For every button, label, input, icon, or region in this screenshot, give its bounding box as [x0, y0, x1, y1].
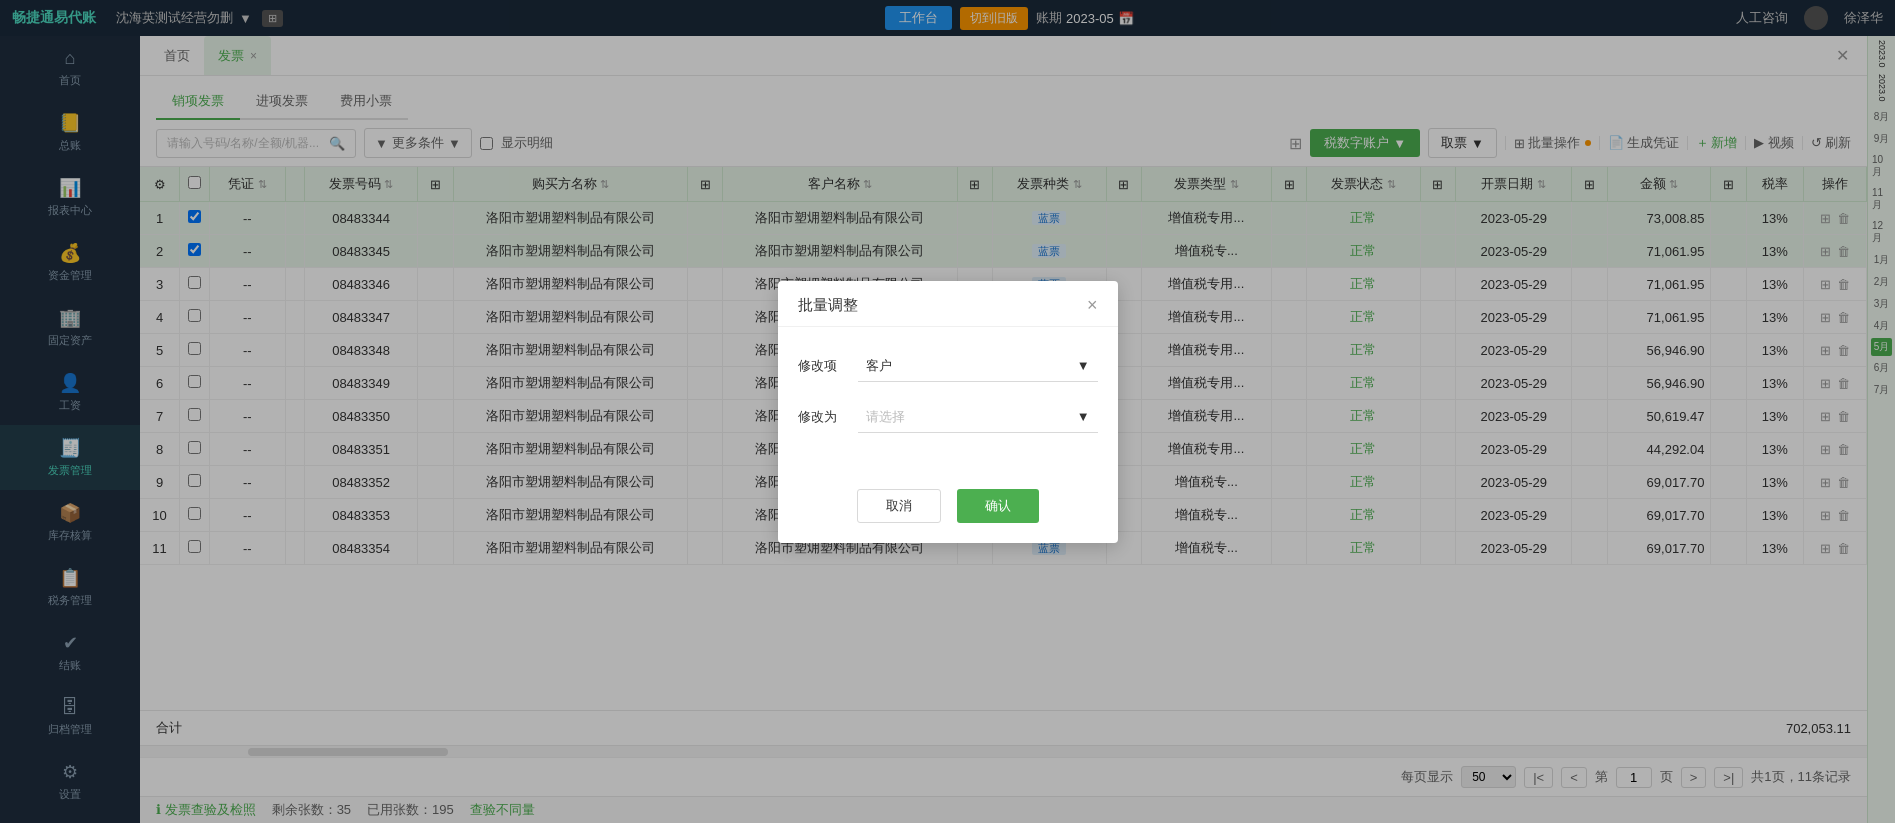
field-dropdown-icon: ▼: [1077, 358, 1090, 373]
batch-adjust-modal: 批量调整 × 修改项 客户 ▼ 修改为 请选择 ▼ 取消 确认: [778, 281, 1118, 543]
modify-field-select[interactable]: 客户 ▼: [858, 351, 1098, 382]
cancel-modal-btn[interactable]: 取消: [857, 489, 941, 523]
modal-header: 批量调整 ×: [778, 281, 1118, 327]
value-dropdown-icon: ▼: [1077, 409, 1090, 424]
modal-footer: 取消 确认: [778, 477, 1118, 543]
modify-field-label: 修改项: [798, 357, 858, 375]
modify-value-select[interactable]: 请选择 ▼: [858, 402, 1098, 433]
modal-close-btn[interactable]: ×: [1087, 295, 1098, 316]
modify-field-row: 修改项 客户 ▼: [798, 351, 1098, 382]
modal-title: 批量调整: [798, 296, 858, 315]
modal-overlay[interactable]: 批量调整 × 修改项 客户 ▼ 修改为 请选择 ▼ 取消 确认: [0, 0, 1895, 823]
modify-value-row: 修改为 请选择 ▼: [798, 402, 1098, 433]
modal-body: 修改项 客户 ▼ 修改为 请选择 ▼: [778, 327, 1118, 477]
modify-value-label: 修改为: [798, 408, 858, 426]
confirm-modal-btn[interactable]: 确认: [957, 489, 1039, 523]
